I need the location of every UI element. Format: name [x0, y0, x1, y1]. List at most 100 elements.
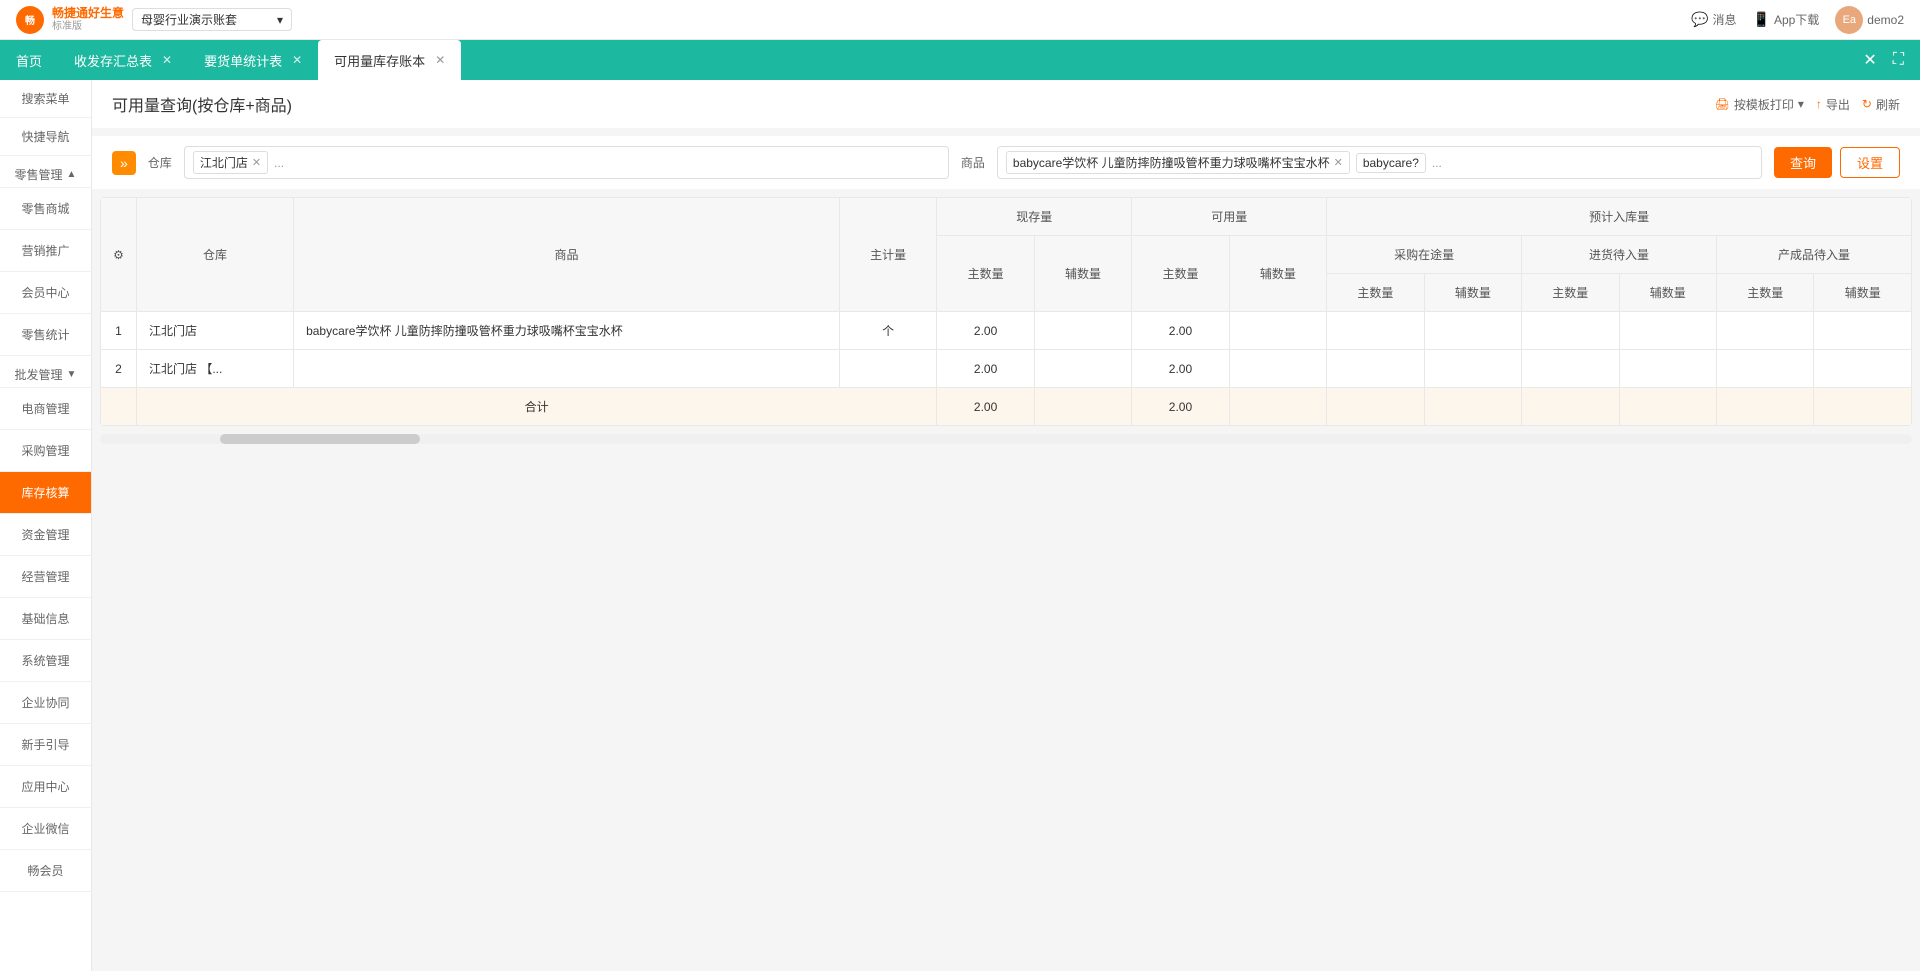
- td-available-main: 2.00: [1132, 350, 1229, 388]
- product-tag-babycare2[interactable]: babycare?: [1356, 153, 1426, 173]
- message-btn[interactable]: 💬 消息: [1691, 11, 1736, 28]
- th-pur-main: 主数量: [1327, 274, 1424, 312]
- tab-receipt-summary[interactable]: 收发存汇总表 ✕: [58, 40, 188, 80]
- td-no: 2: [101, 350, 137, 388]
- td-pur-transit-aux: [1424, 350, 1521, 388]
- sidebar-item-enterprise-collab[interactable]: 企业协同: [0, 682, 91, 724]
- export-icon: ↑: [1816, 97, 1822, 111]
- th-available-aux-qty: 辅数量: [1229, 236, 1326, 312]
- filter-expand-btn[interactable]: »: [112, 151, 136, 175]
- td-total-goods-main: [1522, 388, 1619, 426]
- th-production-pending: 产成品待入量: [1716, 236, 1911, 274]
- app-download-btn[interactable]: 📱 App下载: [1753, 11, 1820, 28]
- td-total-prod-main: [1716, 388, 1813, 426]
- sidebar-item-retail-mall[interactable]: 零售商城: [0, 188, 91, 230]
- product-filter-input[interactable]: babycare学饮杯 儿童防摔防撞吸管杯重力球吸嘴杯宝宝水杯 ✕ babyca…: [997, 146, 1762, 179]
- sidebar-item-system-mgmt[interactable]: 系统管理: [0, 640, 91, 682]
- warehouse-more: ...: [274, 156, 284, 170]
- product-more: ...: [1432, 156, 1442, 170]
- sidebar-item-retail-stats[interactable]: 零售统计: [0, 314, 91, 356]
- sidebar: 搜索菜单 快捷导航 零售管理 ▲ 零售商城 营销推广 会员中心 零售统计 批发管…: [0, 80, 92, 971]
- main-layout: 搜索菜单 快捷导航 零售管理 ▲ 零售商城 营销推广 会员中心 零售统计 批发管…: [0, 80, 1920, 971]
- sidebar-item-app-center[interactable]: 应用中心: [0, 766, 91, 808]
- td-goods-pending-aux: [1619, 312, 1716, 350]
- th-goods-pending: 进货待入量: [1522, 236, 1717, 274]
- td-no: 1: [101, 312, 137, 350]
- page-header: 可用量查询(按仓库+商品) 🖨 按模板打印 ▾ ↑ 导出 ↻ 刷新: [92, 80, 1920, 128]
- sidebar-item-wholesale-mgmt[interactable]: 批发管理 ▼: [0, 356, 91, 388]
- th-prod-aux: 辅数量: [1814, 274, 1912, 312]
- query-btn[interactable]: 查询: [1774, 147, 1832, 178]
- td-pur-transit-aux: [1424, 312, 1521, 350]
- sidebar-item-enterprise-wechat[interactable]: 企业微信: [0, 808, 91, 850]
- table-row: 1 江北门店 babycare学饮杯 儿童防摔防撞吸管杯重力球吸嘴杯宝宝水杯 个…: [101, 312, 1912, 350]
- th-available-main-qty: 主数量: [1132, 236, 1229, 312]
- td-warehouse: 江北门店: [137, 312, 294, 350]
- print-icon: 🖨: [1715, 97, 1730, 111]
- warehouse-tag-jiangbei[interactable]: 江北门店 ✕: [193, 151, 268, 174]
- th-current-stock: 现存量: [937, 198, 1132, 236]
- horizontal-scrollbar[interactable]: [100, 434, 1912, 444]
- tab-order-stats[interactable]: 要货单统计表 ✕: [188, 40, 318, 80]
- close-all-tabs-btn[interactable]: ✕: [1859, 46, 1880, 74]
- td-total-available-aux: [1229, 388, 1326, 426]
- sidebar-item-new-guide[interactable]: 新手引导: [0, 724, 91, 766]
- th-settings[interactable]: ⚙: [101, 198, 137, 312]
- td-unit: 个: [839, 312, 936, 350]
- sidebar-item-inventory-mgmt[interactable]: 库存核算: [0, 472, 91, 514]
- td-available-aux: [1229, 312, 1326, 350]
- td-goods-pending-main: [1522, 312, 1619, 350]
- tab-close-receipt-summary[interactable]: ✕: [162, 53, 172, 67]
- sidebar-item-vip-member[interactable]: 畅会员: [0, 850, 91, 892]
- td-product: babycare学饮杯 儿童防摔防撞吸管杯重力球吸嘴杯宝宝水杯: [294, 312, 840, 350]
- sidebar-item-basic-info[interactable]: 基础信息: [0, 598, 91, 640]
- warehouse-tag-remove[interactable]: ✕: [252, 156, 261, 169]
- sidebar-item-finance-mgmt[interactable]: 资金管理: [0, 514, 91, 556]
- th-current-aux-qty: 辅数量: [1034, 236, 1131, 312]
- sidebar-quick-nav[interactable]: 快捷导航: [0, 118, 91, 156]
- filter-bar: » 仓库 江北门店 ✕ ... 商品 babycare学饮杯 儿童防摔防撞吸管杯…: [92, 136, 1920, 189]
- tab-close-order-stats[interactable]: ✕: [292, 53, 302, 67]
- td-total-available-main: 2.00: [1132, 388, 1229, 426]
- tab-home[interactable]: 首页: [0, 40, 58, 80]
- export-btn[interactable]: ↑ 导出: [1816, 96, 1850, 113]
- sidebar-item-member-center[interactable]: 会员中心: [0, 272, 91, 314]
- sidebar-search[interactable]: 搜索菜单: [0, 80, 91, 118]
- th-current-main-qty: 主数量: [937, 236, 1034, 312]
- industry-selector[interactable]: 母婴行业演示账套 ▾: [132, 8, 292, 31]
- header-actions: 🖨 按模板打印 ▾ ↑ 导出 ↻ 刷新: [1715, 96, 1900, 113]
- tab-available-stock[interactable]: 可用量库存账本 ✕: [318, 40, 461, 80]
- user-profile[interactable]: Ea demo2: [1835, 6, 1904, 34]
- print-template-btn[interactable]: 🖨 按模板打印 ▾: [1715, 96, 1804, 113]
- td-available-main: 2.00: [1132, 312, 1229, 350]
- sidebar-item-ops-mgmt[interactable]: 经营管理: [0, 556, 91, 598]
- sidebar-item-ecommerce-mgmt[interactable]: 电商管理: [0, 388, 91, 430]
- scrollbar-thumb[interactable]: [220, 434, 420, 444]
- settings-btn[interactable]: 设置: [1840, 147, 1900, 178]
- td-prod-pending-main: [1716, 350, 1813, 388]
- sidebar-item-purchase-mgmt[interactable]: 采购管理: [0, 430, 91, 472]
- td-current-aux: [1034, 350, 1131, 388]
- brand-subname: 标准版: [52, 21, 124, 33]
- data-table: ⚙ 仓库 商品 主计量 现存量: [100, 197, 1912, 426]
- sidebar-item-marketing[interactable]: 营销推广: [0, 230, 91, 272]
- warehouse-filter-label: 仓库: [148, 154, 172, 171]
- td-pur-transit-main: [1327, 350, 1424, 388]
- tab-close-available-stock[interactable]: ✕: [435, 53, 445, 67]
- product-tag-babycare[interactable]: babycare学饮杯 儿童防摔防撞吸管杯重力球吸嘴杯宝宝水杯 ✕: [1006, 151, 1350, 174]
- top-bar-right: 💬 消息 📱 App下载 Ea demo2: [1691, 6, 1904, 34]
- action-buttons: 查询 设置: [1774, 147, 1900, 178]
- product-tag-remove[interactable]: ✕: [1334, 156, 1343, 169]
- sidebar-item-retail-mgmt[interactable]: 零售管理 ▲: [0, 156, 91, 188]
- th-goods-main: 主数量: [1522, 274, 1619, 312]
- th-pur-aux: 辅数量: [1424, 274, 1521, 312]
- td-current-main: 2.00: [937, 312, 1034, 350]
- warehouse-filter-input[interactable]: 江北门店 ✕ ...: [184, 146, 949, 179]
- table-row: 2 江北门店 【... 2.00 2.00: [101, 350, 1912, 388]
- fullscreen-btn[interactable]: ⛶: [1889, 47, 1908, 73]
- td-prod-pending-aux: [1814, 312, 1912, 350]
- refresh-btn[interactable]: ↻ 刷新: [1862, 96, 1900, 113]
- top-bar-left: 畅 畅捷通好生意 标准版 母婴行业演示账套 ▾: [16, 6, 292, 34]
- td-prod-pending-main: [1716, 312, 1813, 350]
- th-available-qty: 可用量: [1132, 198, 1327, 236]
